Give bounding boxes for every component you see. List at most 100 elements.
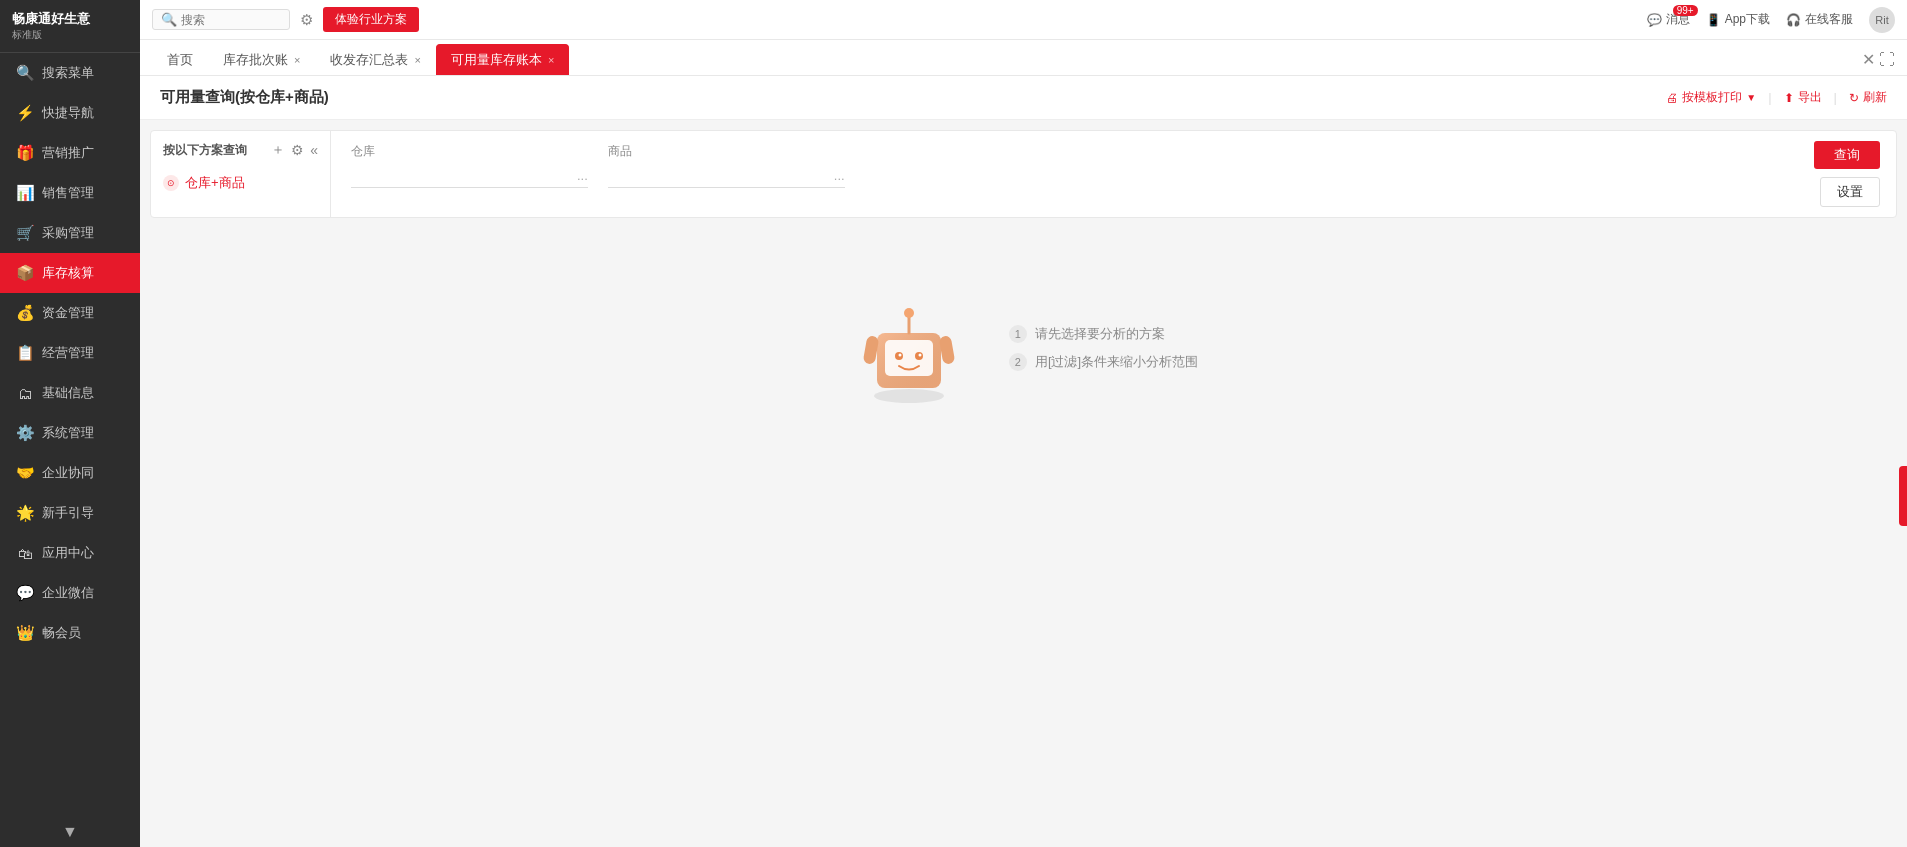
scroll-indicator	[1899, 466, 1907, 526]
member-icon: 👑	[16, 624, 34, 642]
message-btn[interactable]: 💬 消息 99+	[1647, 11, 1690, 28]
app-download-btn[interactable]: 📱 App下载	[1706, 11, 1770, 28]
basic-icon: 🗂	[16, 385, 34, 402]
query-buttons: 查询 设置	[1798, 131, 1896, 217]
tab-batch-ledger[interactable]: 库存批次账 ×	[208, 44, 315, 75]
topbar: 🔍 ⚙ 体验行业方案 💬 消息 99+ 📱 App下载 🎧 在线客服	[140, 0, 1907, 40]
filter-panel: 按以下方案查询 ＋ ⚙ « ⊙ 仓库+商品 仓库	[150, 130, 1897, 218]
svg-rect-3	[885, 340, 933, 376]
sidebar-item-operation[interactable]: 📋 经营管理	[0, 333, 140, 373]
message-badge: 99+	[1673, 5, 1698, 16]
tab-home[interactable]: 首页	[152, 44, 208, 75]
sales-icon: 📊	[16, 184, 34, 202]
message-icon: 💬	[1647, 13, 1662, 27]
settings-button[interactable]: 设置	[1820, 177, 1880, 207]
sidebar-label-member: 畅会员	[42, 624, 81, 642]
empty-hint-1-text: 请先选择要分析的方案	[1035, 325, 1165, 343]
sidebar-item-basic[interactable]: 🗂 基础信息	[0, 373, 140, 413]
sidebar-scroll-down-button[interactable]: ▼	[0, 817, 140, 847]
sidebar-item-system[interactable]: ⚙️ 系统管理	[0, 413, 140, 453]
product-input-row: ...	[608, 164, 845, 188]
sidebar-label-basic: 基础信息	[42, 384, 94, 402]
warehouse-field: 仓库 ...	[351, 143, 588, 188]
purchase-icon: 🛒	[16, 224, 34, 242]
inventory-icon: 📦	[16, 264, 34, 282]
shortcut-icon: ⚡	[16, 104, 34, 122]
tabs-close-all-icon[interactable]: ✕	[1862, 50, 1875, 75]
user-avatar[interactable]: Rit	[1869, 7, 1895, 33]
content-area: 可用量查询(按仓库+商品) 🖨 按模板打印 ▼ | ⬆ 导出 | ↻	[140, 76, 1907, 847]
warehouse-more-button[interactable]: ...	[577, 168, 588, 183]
tab-recv-summary-close[interactable]: ×	[414, 54, 420, 66]
settings-gear-icon[interactable]: ⚙	[300, 11, 313, 29]
app-center-icon: 🛍	[16, 545, 34, 562]
svg-rect-9	[939, 335, 956, 365]
product-input[interactable]	[608, 168, 828, 183]
scheme-item-warehouse-product[interactable]: ⊙ 仓库+商品	[151, 167, 330, 199]
user-name: Rit	[1875, 14, 1888, 26]
sidebar-item-search[interactable]: 🔍 搜索菜单	[0, 53, 140, 93]
sidebar-item-app-center[interactable]: 🛍 应用中心	[0, 533, 140, 573]
sidebar-item-member[interactable]: 👑 畅会员	[0, 613, 140, 653]
marketing-icon: 🎁	[16, 144, 34, 162]
sidebar-item-enterprise[interactable]: 🤝 企业协同	[0, 453, 140, 493]
search-input[interactable]	[181, 13, 281, 27]
sidebar-item-marketing[interactable]: 🎁 营销推广	[0, 133, 140, 173]
sidebar-item-finance[interactable]: 💰 资金管理	[0, 293, 140, 333]
print-btn[interactable]: 🖨 按模板打印 ▼	[1666, 89, 1756, 106]
sidebar-item-wechat[interactable]: 💬 企业微信	[0, 573, 140, 613]
sidebar-logo: 畅康通好生意 标准版	[0, 0, 140, 53]
empty-hint-1: 1 请先选择要分析的方案	[1009, 325, 1198, 343]
topbar-search-box[interactable]: 🔍	[152, 9, 290, 30]
sidebar-label-operation: 经营管理	[42, 344, 94, 362]
sidebar-item-guide[interactable]: 🌟 新手引导	[0, 493, 140, 533]
warehouse-input-row: ...	[351, 164, 588, 188]
empty-hints: 1 请先选择要分析的方案 2 用[过滤]条件来缩小分析范围	[1009, 325, 1198, 371]
export-icon: ⬆	[1784, 91, 1794, 105]
online-service-btn[interactable]: 🎧 在线客服	[1786, 11, 1853, 28]
sidebar-item-purchase[interactable]: 🛒 采购管理	[0, 213, 140, 253]
sidebar-label-purchase: 采购管理	[42, 224, 94, 242]
sidebar-label-guide: 新手引导	[42, 504, 94, 522]
warehouse-input[interactable]	[351, 168, 571, 183]
enterprise-icon: 🤝	[16, 464, 34, 482]
tab-batch-ledger-label: 库存批次账	[223, 51, 288, 69]
sidebar-item-shortcut[interactable]: ⚡ 快捷导航	[0, 93, 140, 133]
scheme-settings-button[interactable]: ⚙	[291, 142, 304, 158]
sidebar-label-app-center: 应用中心	[42, 544, 94, 562]
sidebar-label-sales: 销售管理	[42, 184, 94, 202]
scheme-add-button[interactable]: ＋	[271, 141, 285, 159]
scheme-collapse-button[interactable]: «	[310, 142, 318, 158]
tabs-expand-icon[interactable]: ⛶	[1879, 51, 1895, 75]
product-label: 商品	[608, 143, 845, 160]
logo-sub: 标准版	[12, 28, 128, 42]
product-more-button[interactable]: ...	[834, 168, 845, 183]
page-actions: 🖨 按模板打印 ▼ | ⬆ 导出 | ↻ 刷新	[1666, 89, 1887, 106]
app-download-label: App下载	[1725, 11, 1770, 28]
tab-recv-summary-label: 收发存汇总表	[330, 51, 408, 69]
finance-icon: 💰	[16, 304, 34, 322]
query-button[interactable]: 查询	[1814, 141, 1880, 169]
sidebar-label-shortcut: 快捷导航	[42, 104, 94, 122]
scheme-header-label: 按以下方案查询	[163, 142, 247, 159]
scheme-header: 按以下方案查询 ＋ ⚙ «	[151, 141, 330, 167]
scheme-actions: ＋ ⚙ «	[271, 141, 318, 159]
refresh-btn[interactable]: ↻ 刷新	[1849, 89, 1887, 106]
empty-hint-2: 2 用[过滤]条件来缩小分析范围	[1009, 353, 1198, 371]
sidebar-item-inventory[interactable]: 📦 库存核算	[0, 253, 140, 293]
sidebar-item-sales[interactable]: 📊 销售管理	[0, 173, 140, 213]
online-service-label: 在线客服	[1805, 11, 1853, 28]
svg-point-6	[898, 354, 901, 357]
print-dropdown-icon: ▼	[1746, 92, 1756, 103]
tab-batch-ledger-close[interactable]: ×	[294, 54, 300, 66]
tab-available-ledger-close[interactable]: ×	[548, 54, 554, 66]
product-field: 商品 ...	[608, 143, 845, 188]
export-btn[interactable]: ⬆ 导出	[1784, 89, 1822, 106]
sidebar-nav: 🔍 搜索菜单 ⚡ 快捷导航 🎁 营销推广 📊 销售管理 🛒 采购管理 📦	[0, 53, 140, 817]
tab-recv-summary[interactable]: 收发存汇总表 ×	[315, 44, 435, 75]
headset-icon: 🎧	[1786, 13, 1801, 27]
tab-available-ledger[interactable]: 可用量库存账本 ×	[436, 44, 569, 75]
system-icon: ⚙️	[16, 424, 34, 442]
trial-btn[interactable]: 体验行业方案	[323, 7, 419, 32]
robot-svg	[849, 288, 969, 408]
